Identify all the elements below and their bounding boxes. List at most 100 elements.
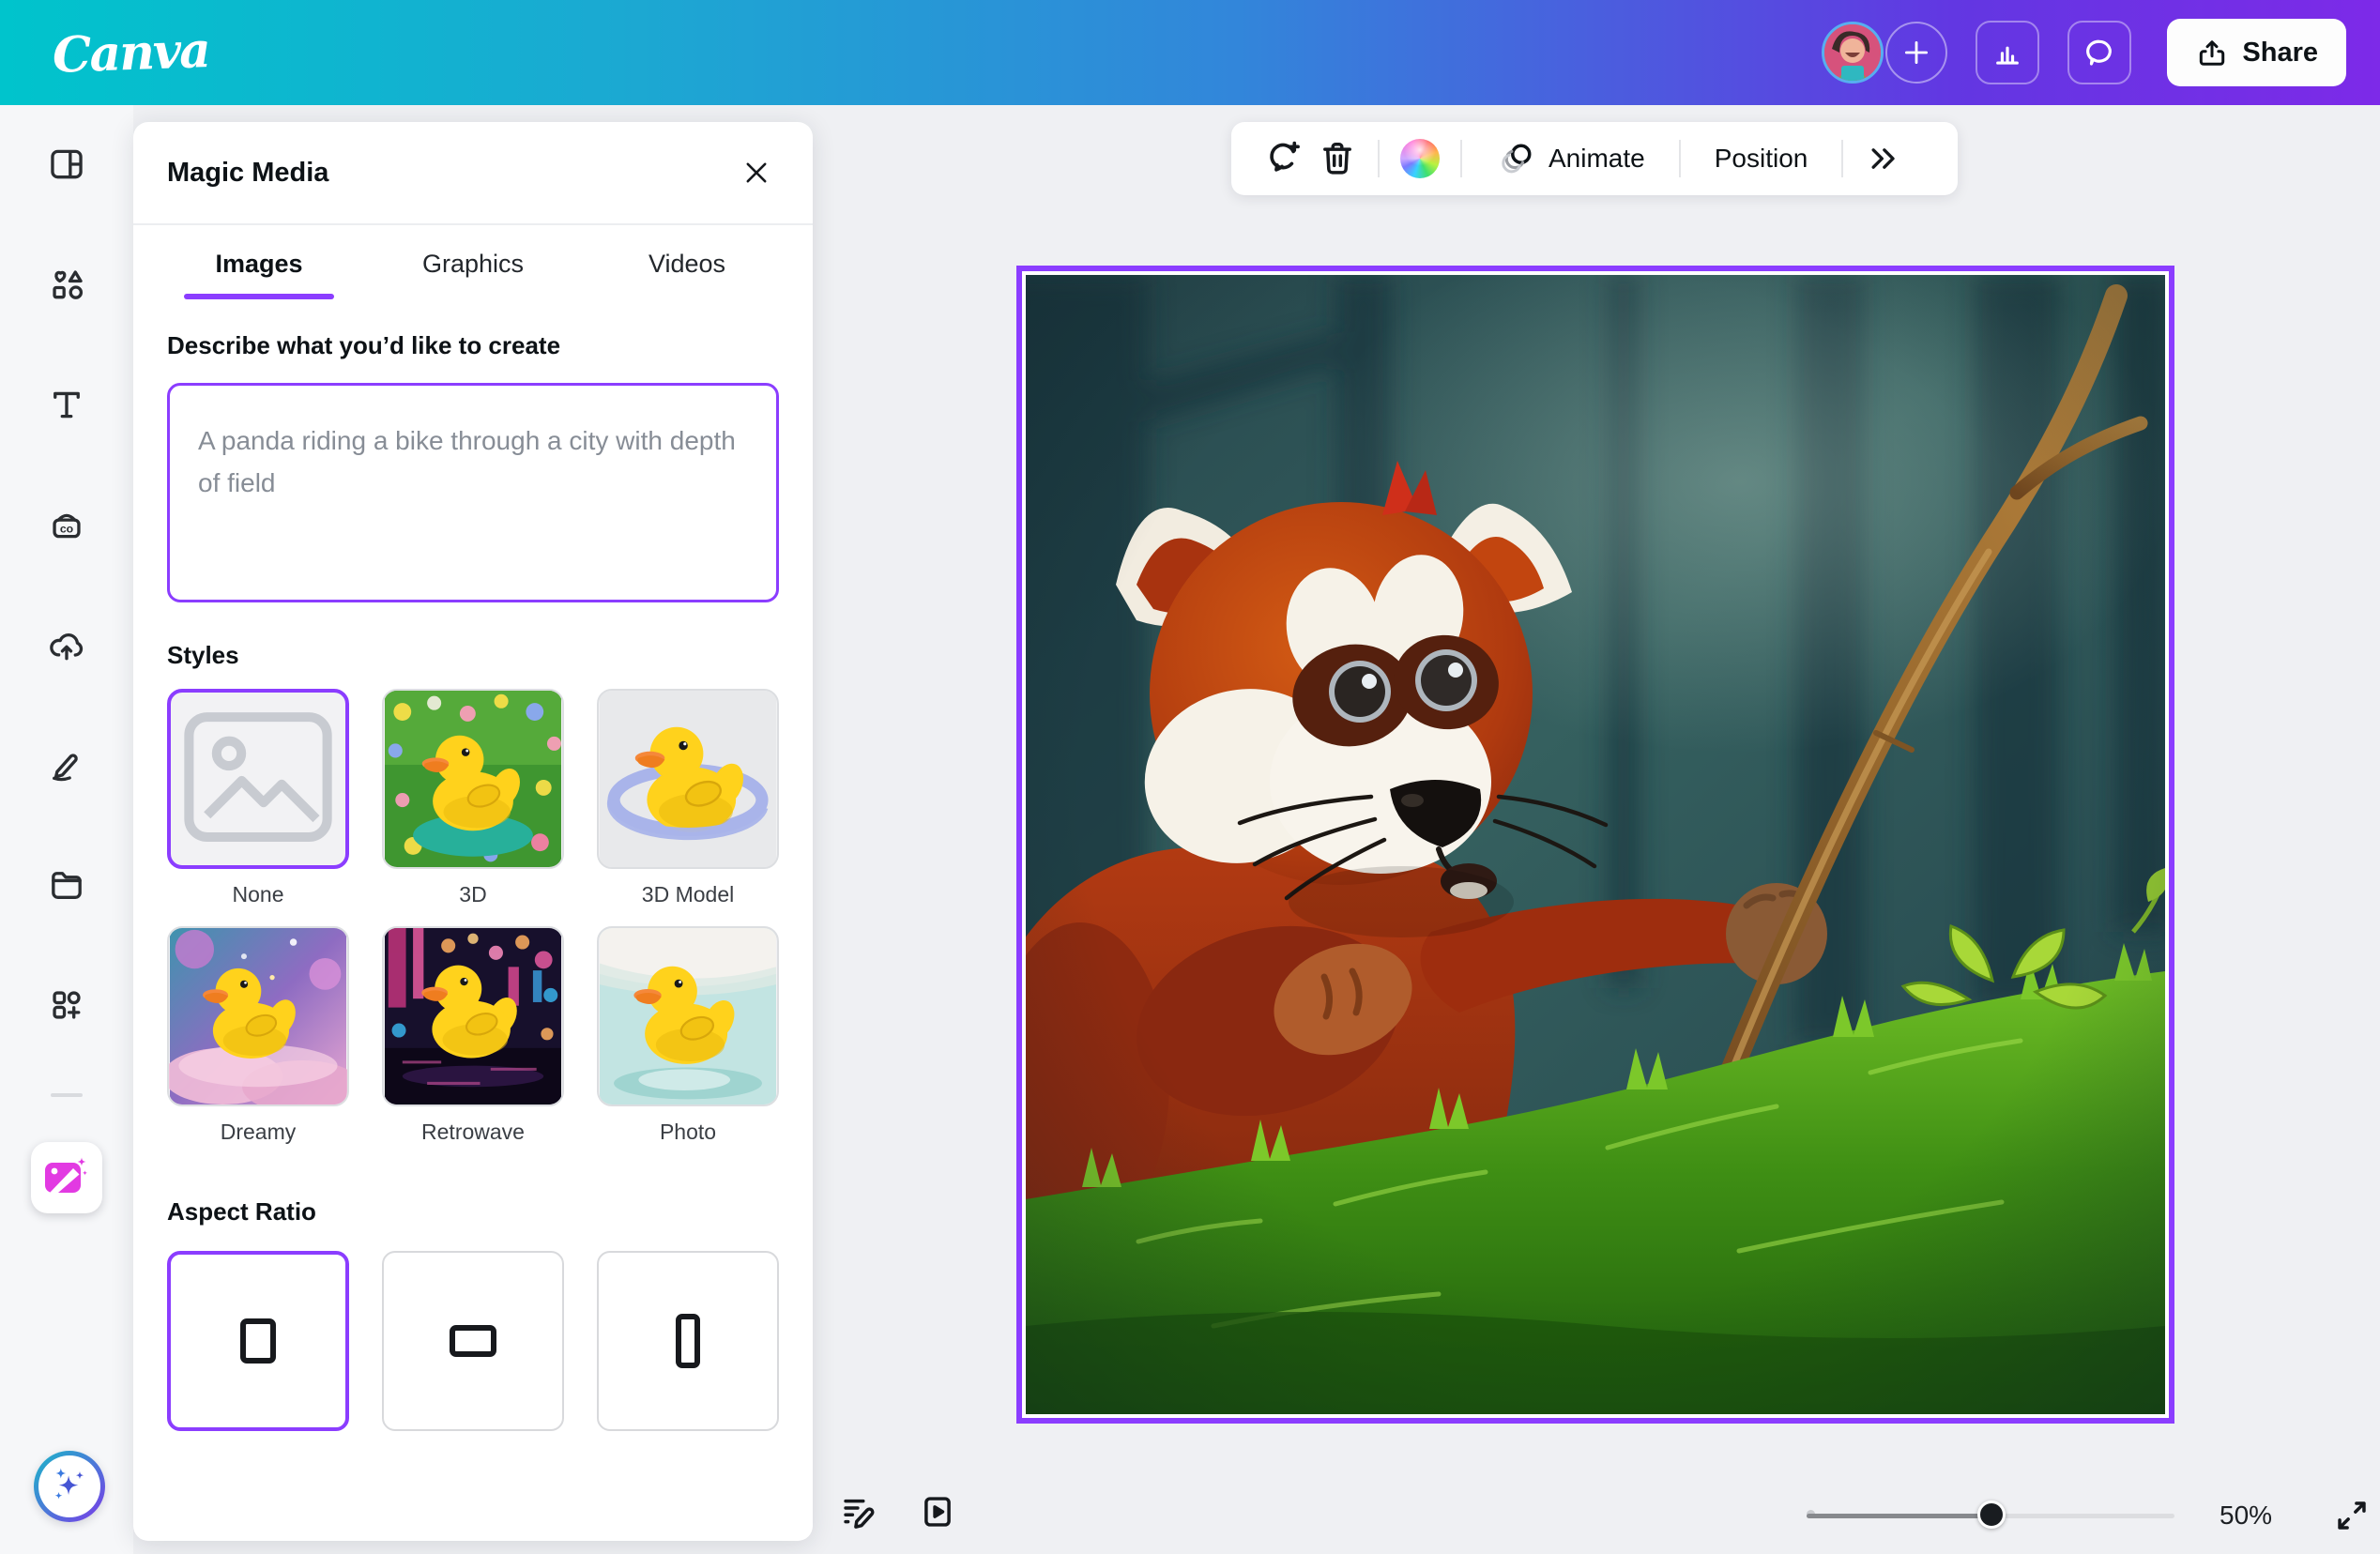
landscape-ratio-icon <box>450 1325 496 1357</box>
sidebar-item-brand[interactable]: co <box>31 489 102 560</box>
share-button[interactable]: Share <box>2167 19 2346 86</box>
style-3d-thumbnail <box>384 691 562 867</box>
selected-canvas-image[interactable] <box>1016 266 2174 1424</box>
toolbar-divider <box>1841 140 1843 177</box>
zoom-slider-fill <box>1807 1514 1991 1518</box>
delete-button[interactable] <box>1310 131 1365 186</box>
style-thumb-retrowave <box>382 926 564 1106</box>
chevrons-right-icon <box>1865 140 1902 177</box>
aspect-square-option[interactable] <box>167 1251 349 1431</box>
position-label: Position <box>1715 144 1808 174</box>
close-icon <box>740 157 772 189</box>
insights-button[interactable] <box>1976 21 2039 84</box>
red-panda-artwork <box>1026 275 2165 1414</box>
comments-button[interactable] <box>2067 21 2131 84</box>
avatar-photo <box>1824 24 1881 81</box>
plus-icon <box>1900 37 1932 69</box>
share-icon <box>2195 36 2229 69</box>
sidebar-item-apps[interactable] <box>31 969 102 1041</box>
close-panel-button[interactable] <box>734 150 779 195</box>
elements-icon <box>47 265 86 304</box>
zoom-controls: 50% <box>1807 1492 2375 1539</box>
sidebar-item-draw[interactable] <box>31 729 102 800</box>
canva-assistant-button[interactable] <box>34 1451 105 1522</box>
square-ratio-icon <box>240 1318 276 1364</box>
zoom-slider[interactable] <box>1807 1497 2174 1534</box>
style-thumb-none <box>167 689 349 869</box>
sidebar-divider <box>51 1093 83 1097</box>
fullscreen-button[interactable] <box>2328 1492 2375 1539</box>
sidebar-item-magic-media[interactable] <box>31 1142 102 1213</box>
add-member-button[interactable] <box>1885 22 1947 84</box>
text-icon <box>47 385 86 424</box>
aspect-ratio-heading: Aspect Ratio <box>167 1197 779 1226</box>
notes-icon <box>838 1491 879 1532</box>
style-3d-model-thumbnail <box>599 691 777 867</box>
sidebar: co <box>0 105 133 1554</box>
panel-title: Magic Media <box>167 158 328 189</box>
style-option-dreamy[interactable]: Dreamy <box>167 926 349 1164</box>
expand-icon <box>2332 1496 2372 1535</box>
style-thumb-photo <box>597 926 779 1106</box>
notes-button[interactable] <box>835 1488 882 1535</box>
tab-videos[interactable]: Videos <box>580 225 794 299</box>
canva-logo[interactable]: Canva <box>52 22 210 84</box>
tab-graphics[interactable]: Graphics <box>366 225 580 299</box>
position-button[interactable]: Position <box>1694 131 1829 186</box>
panel-header: Magic Media <box>133 122 813 225</box>
image-placeholder-icon <box>171 693 345 865</box>
zoom-slider-knob[interactable] <box>1977 1501 2006 1529</box>
style-photo-thumbnail <box>599 928 777 1105</box>
aspect-portrait-option[interactable] <box>597 1251 779 1431</box>
sidebar-item-design[interactable] <box>31 129 102 200</box>
style-option-none[interactable]: None <box>167 689 349 926</box>
sidebar-item-projects[interactable] <box>31 849 102 921</box>
canva-app: Canva <box>0 0 2380 1554</box>
color-wheel-icon <box>1400 139 1440 178</box>
comment-add-icon <box>1261 137 1304 180</box>
brand-icon: co <box>47 505 86 544</box>
prompt-input[interactable] <box>167 383 779 602</box>
context-toolbar: Animate Position <box>1231 122 1958 195</box>
tab-images[interactable]: Images <box>152 225 366 299</box>
share-label: Share <box>2242 38 2318 69</box>
magic-media-icon <box>42 1153 91 1202</box>
sidebar-item-elements[interactable] <box>31 249 102 320</box>
sidebar-item-text[interactable] <box>31 369 102 440</box>
trash-icon <box>1317 138 1358 179</box>
animate-button[interactable]: Animate <box>1475 131 1666 186</box>
comment-icon <box>2082 35 2117 70</box>
style-thumb-dreamy <box>167 926 349 1106</box>
more-tools-button[interactable] <box>1856 131 1911 186</box>
style-option-retrowave[interactable]: Retrowave <box>382 926 564 1164</box>
describe-label: Describe what you’d like to create <box>167 331 779 360</box>
magic-media-panel: Magic Media Images Graphics Videos Descr… <box>133 122 813 1541</box>
design-icon <box>47 145 86 184</box>
folder-icon <box>47 865 86 905</box>
portrait-ratio-icon <box>676 1314 700 1368</box>
style-option-3d-model[interactable]: 3D Model <box>597 689 779 926</box>
panel-tabs: Images Graphics Videos <box>133 225 813 299</box>
svg-text:co: co <box>60 522 73 535</box>
styles-grid: None <box>167 689 779 1164</box>
statusbar-left <box>835 1488 961 1535</box>
sparkle-icon <box>38 1455 100 1517</box>
aspect-landscape-option[interactable] <box>382 1251 564 1431</box>
zoom-level: 50% <box>2220 1501 2304 1531</box>
topbar: Canva <box>0 0 2380 105</box>
toolbar-divider <box>1378 140 1380 177</box>
style-option-photo[interactable]: Photo <box>597 926 779 1164</box>
toolbar-divider <box>1679 140 1681 177</box>
color-picker-button[interactable] <box>1393 131 1447 186</box>
avatar[interactable] <box>1822 22 1884 84</box>
toolbar-divider <box>1460 140 1462 177</box>
comment-add-button[interactable] <box>1256 131 1310 186</box>
style-option-3d[interactable]: 3D <box>382 689 564 926</box>
style-dreamy-thumbnail <box>169 928 347 1105</box>
styles-heading: Styles <box>167 641 779 670</box>
aspect-ratio-options <box>167 1251 779 1431</box>
cloud-upload-icon <box>47 625 86 664</box>
present-button[interactable] <box>914 1488 961 1535</box>
style-thumb-3d <box>382 689 564 869</box>
sidebar-item-uploads[interactable] <box>31 609 102 680</box>
